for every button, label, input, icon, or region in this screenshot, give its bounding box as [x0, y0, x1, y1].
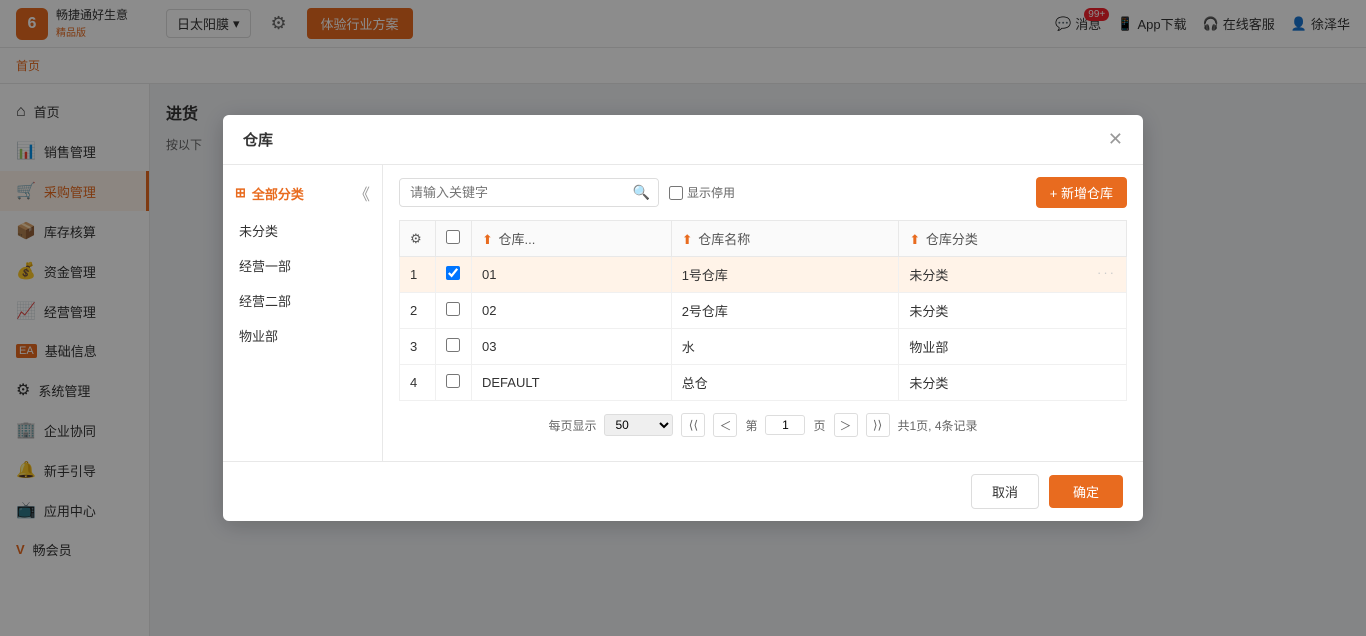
row-category: 未分类: [899, 365, 1127, 401]
row-checkbox[interactable]: [446, 338, 460, 352]
cancel-button[interactable]: 取消: [971, 474, 1039, 509]
page-size-select[interactable]: 50 100 200: [604, 414, 673, 436]
table-row[interactable]: 4 DEFAULT 总仓 未分类: [400, 365, 1127, 401]
select-all-checkbox[interactable]: [446, 230, 460, 244]
cat-property-label: 物业部: [239, 329, 278, 344]
row-category: 物业部: [899, 329, 1127, 365]
row-name: 水: [671, 329, 899, 365]
table-row[interactable]: 2 02 2号仓库 未分类: [400, 293, 1127, 329]
row-checkbox[interactable]: [446, 302, 460, 316]
row-name: 1号仓库: [671, 257, 899, 293]
show-disabled-text: 显示停用: [687, 184, 735, 201]
dialog-footer: 取消 确定: [223, 461, 1143, 521]
row-category: 未分类 ···: [899, 257, 1127, 293]
prev-page-btn[interactable]: ＜: [713, 413, 737, 437]
next-page-btn[interactable]: ＞: [834, 413, 858, 437]
dialog-close-button[interactable]: ✕: [1108, 129, 1123, 150]
dialog-title: 仓库: [243, 129, 273, 150]
sort-icon-category: ⬆: [909, 232, 920, 247]
sort-icon-code: ⬆: [482, 232, 493, 247]
col-checkbox: [436, 221, 472, 257]
row-no: 2: [400, 293, 436, 329]
row-no: 3: [400, 329, 436, 365]
col-category-label: 仓库分类: [926, 232, 978, 247]
cat-item-dept2[interactable]: 经营二部: [223, 283, 382, 318]
cat-all-label: 全部分类: [252, 184, 304, 203]
cat-all-btn[interactable]: ⊞ 全部分类: [235, 184, 304, 203]
warehouse-dialog: 仓库 ✕ ⊞ 全部分类 《 未分类 经营一部: [223, 115, 1143, 521]
page-unit: 页: [813, 417, 825, 434]
cat-item-dept1[interactable]: 经营一部: [223, 248, 382, 283]
row-more-icon[interactable]: ···: [1097, 265, 1116, 280]
table-toolbar: 🔍 显示停用 + 新增仓库: [399, 177, 1127, 208]
settings-icon[interactable]: ⚙: [410, 231, 422, 246]
sort-icon-name: ⬆: [682, 232, 693, 247]
row-checkbox-cell: [436, 365, 472, 401]
confirm-button[interactable]: 确定: [1049, 475, 1123, 508]
warehouse-table: ⚙ ⬆ 仓库... ⬆ 仓库名称: [399, 220, 1127, 401]
category-header: ⊞ 全部分类 《: [223, 173, 382, 213]
table-row[interactable]: 3 03 水 物业部: [400, 329, 1127, 365]
row-checkbox[interactable]: [446, 374, 460, 388]
cat-unclassified-label: 未分类: [239, 224, 278, 239]
category-panel: ⊞ 全部分类 《 未分类 经营一部 经营二部 物业部: [223, 165, 383, 461]
per-page-label: 每页显示: [548, 417, 596, 434]
collapse-icon[interactable]: 《: [354, 181, 370, 205]
page-number-input[interactable]: [765, 415, 805, 435]
row-category: 未分类: [899, 293, 1127, 329]
row-name: 2号仓库: [671, 293, 899, 329]
row-name: 总仓: [671, 365, 899, 401]
modal-overlay: 仓库 ✕ ⊞ 全部分类 《 未分类 经营一部: [0, 0, 1366, 636]
row-code: 02: [472, 293, 672, 329]
grid-icon: ⊞: [235, 185, 246, 201]
col-settings: ⚙: [400, 221, 436, 257]
col-name-label: 仓库名称: [698, 232, 750, 247]
add-warehouse-button[interactable]: + 新增仓库: [1036, 177, 1127, 208]
search-input[interactable]: [400, 180, 625, 205]
cat-dept1-label: 经营一部: [239, 259, 291, 274]
show-disabled-label[interactable]: 显示停用: [669, 184, 735, 201]
last-page-btn[interactable]: ⟩⟩: [866, 413, 890, 437]
cat-item-unclassified[interactable]: 未分类: [223, 213, 382, 248]
row-checkbox-cell: [436, 257, 472, 293]
col-category-header: ⬆ 仓库分类: [899, 221, 1127, 257]
search-button[interactable]: 🔍: [625, 179, 658, 206]
table-row[interactable]: 1 01 1号仓库 未分类 ···: [400, 257, 1127, 293]
row-code: 01: [472, 257, 672, 293]
dialog-header: 仓库 ✕: [223, 115, 1143, 165]
cat-dept2-label: 经营二部: [239, 294, 291, 309]
row-checkbox-cell: [436, 329, 472, 365]
table-panel: 🔍 显示停用 + 新增仓库 ⚙: [383, 165, 1143, 461]
col-code-label: 仓库...: [499, 232, 536, 247]
row-code: DEFAULT: [472, 365, 672, 401]
col-name-header: ⬆ 仓库名称: [671, 221, 899, 257]
row-checkbox-cell: [436, 293, 472, 329]
row-no: 4: [400, 365, 436, 401]
dialog-body: ⊞ 全部分类 《 未分类 经营一部 经营二部 物业部: [223, 165, 1143, 461]
total-label: 共1页, 4条记录: [898, 417, 978, 434]
row-code: 03: [472, 329, 672, 365]
page-label: 第: [745, 417, 757, 434]
first-page-btn[interactable]: ⟨⟨: [681, 413, 705, 437]
show-disabled-checkbox[interactable]: [669, 186, 683, 200]
row-checkbox[interactable]: [446, 266, 460, 280]
col-code-header: ⬆ 仓库...: [472, 221, 672, 257]
row-no: 1: [400, 257, 436, 293]
table-footer: 每页显示 50 100 200 ⟨⟨ ＜ 第 页 ＞ ⟩⟩ 共1页, 4条记录: [399, 401, 1127, 449]
search-box: 🔍: [399, 178, 659, 207]
cat-item-property[interactable]: 物业部: [223, 318, 382, 353]
